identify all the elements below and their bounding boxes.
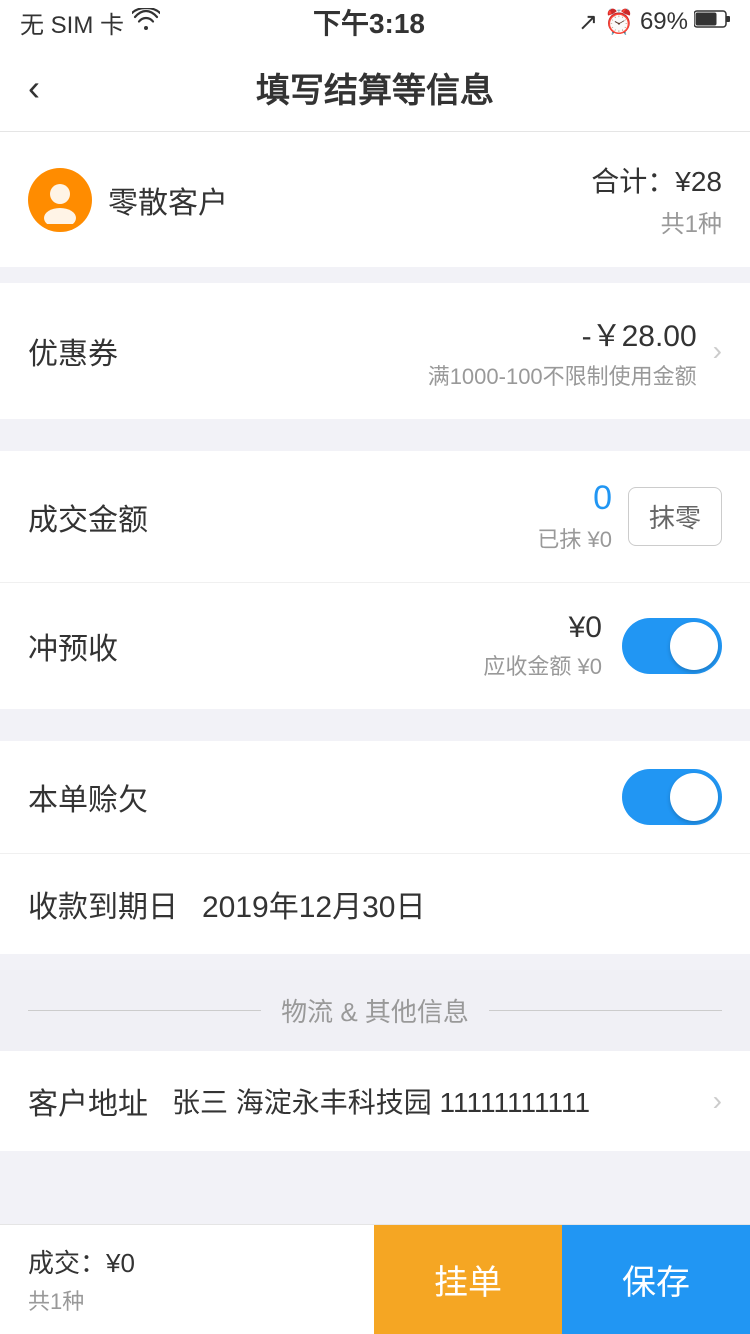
chevron-icon: › <box>713 335 722 367</box>
debt-toggle-knob <box>670 773 718 821</box>
deal-amount-value[interactable]: 0 <box>537 479 612 518</box>
section-divider-2 <box>0 725 750 741</box>
coupon-row[interactable]: 优惠券 -￥28.00 满1000-100不限制使用金额 › <box>0 283 750 419</box>
nav-bar: ‹ 填写结算等信息 <box>0 44 750 132</box>
deal-right: 0 已抹 ¥0 抹零 <box>537 479 722 554</box>
coupon-right: -￥28.00 满1000-100不限制使用金额 › <box>428 311 722 391</box>
address-row[interactable]: 客户地址 张三 海淀永丰科技园 11111111111 › <box>0 1051 750 1151</box>
divider-line-right <box>489 1010 722 1011</box>
deal-card: 成交金额 0 已抹 ¥0 抹零 冲预收 ¥0 应收金额 ¥0 <box>0 451 750 709</box>
address-value: 张三 海淀永丰科技园 11111111111 <box>172 1081 713 1121</box>
location-icon: ↗ <box>578 8 598 37</box>
status-bar: 无 SIM 卡 下午3:18 ↗ ⏰ 69% <box>0 0 750 44</box>
coupon-label: 优惠券 <box>28 329 118 373</box>
battery-icon <box>694 8 730 36</box>
alarm-icon: ⏰ <box>604 8 634 37</box>
debt-toggle[interactable] <box>622 769 722 825</box>
address-label: 客户地址 <box>28 1079 148 1123</box>
bottom-deal-value: ¥0 <box>106 1248 135 1278</box>
toggle-knob <box>670 622 718 670</box>
debt-label: 本单赊欠 <box>28 775 148 819</box>
back-button[interactable]: ‹ <box>28 67 40 109</box>
status-time: 下午3:18 <box>313 2 425 42</box>
bottom-left: 成交：¥0 共1种 <box>0 1243 374 1316</box>
bottom-deal-amount: 成交：¥0 <box>28 1243 346 1280</box>
round-button[interactable]: 抹零 <box>628 487 722 546</box>
hangup-label: 挂单 <box>434 1255 502 1304</box>
customer-row: 零散客户 合计：¥28 共1种 <box>0 132 750 267</box>
prereceive-toggle[interactable] <box>622 618 722 674</box>
logistics-divider: 物流 & 其他信息 <box>0 970 750 1051</box>
bottom-bar: 成交：¥0 共1种 挂单 保存 <box>0 1224 750 1334</box>
customer-name: 零散客户 <box>108 178 228 222</box>
total-amount: 合计：¥28 <box>591 160 722 200</box>
prereceive-right: ¥0 应收金额 ¥0 <box>483 611 722 681</box>
page-title: 填写结算等信息 <box>256 63 494 112</box>
deal-label: 成交金额 <box>28 495 148 539</box>
status-right: ↗ ⏰ 69% <box>578 8 730 37</box>
debt-row: 本单赊欠 <box>0 741 750 854</box>
already-deducted: 已抹 ¥0 <box>537 522 612 554</box>
customer-right: 合计：¥28 共1种 <box>591 160 722 239</box>
prereceive-text: ¥0 应收金额 ¥0 <box>483 611 602 681</box>
hangup-button[interactable]: 挂单 <box>374 1225 562 1334</box>
deal-amount-row: 成交金额 0 已抹 ¥0 抹零 <box>0 451 750 583</box>
avatar <box>28 168 92 232</box>
main-content: 零散客户 合计：¥28 共1种 优惠券 -￥28.00 满1000-100不限制… <box>0 132 750 1271</box>
prereceive-desc: 应收金额 ¥0 <box>483 649 602 681</box>
coupon-desc: 满1000-100不限制使用金额 <box>428 359 697 391</box>
total-count: 共1种 <box>591 204 722 239</box>
coupon-value: -￥28.00 满1000-100不限制使用金额 <box>428 311 697 391</box>
wifi-icon <box>132 8 160 37</box>
save-label: 保存 <box>622 1255 690 1304</box>
battery-label: 69% <box>640 8 688 36</box>
coupon-amount: -￥28.00 <box>428 311 697 355</box>
coupon-card: 优惠券 -￥28.00 满1000-100不限制使用金额 › <box>0 283 750 419</box>
divider-line-left <box>28 1010 261 1011</box>
save-button[interactable]: 保存 <box>562 1225 750 1334</box>
status-left: 无 SIM 卡 <box>20 5 160 40</box>
prereceive-label: 冲预收 <box>28 624 118 668</box>
bottom-deal-label: 成交： <box>28 1248 106 1278</box>
logistics-label: 物流 & 其他信息 <box>281 992 469 1029</box>
debt-card: 本单赊欠 收款到期日 2019年12月30日 <box>0 741 750 954</box>
prereceive-row: 冲预收 ¥0 应收金额 ¥0 <box>0 583 750 709</box>
address-chevron-icon: › <box>713 1085 722 1117</box>
customer-left: 零散客户 <box>28 168 228 232</box>
bottom-count: 共1种 <box>28 1284 346 1316</box>
debt-right <box>622 769 722 825</box>
no-sim-label: 无 SIM 卡 <box>20 5 124 40</box>
due-date-value[interactable]: 2019年12月30日 <box>202 882 425 926</box>
due-date-label: 收款到期日 <box>28 882 178 926</box>
prereceive-amount: ¥0 <box>483 611 602 645</box>
deal-value-group: 0 已抹 ¥0 <box>537 479 612 554</box>
due-date-row: 收款到期日 2019年12月30日 <box>0 854 750 954</box>
section-divider-1 <box>0 435 750 451</box>
